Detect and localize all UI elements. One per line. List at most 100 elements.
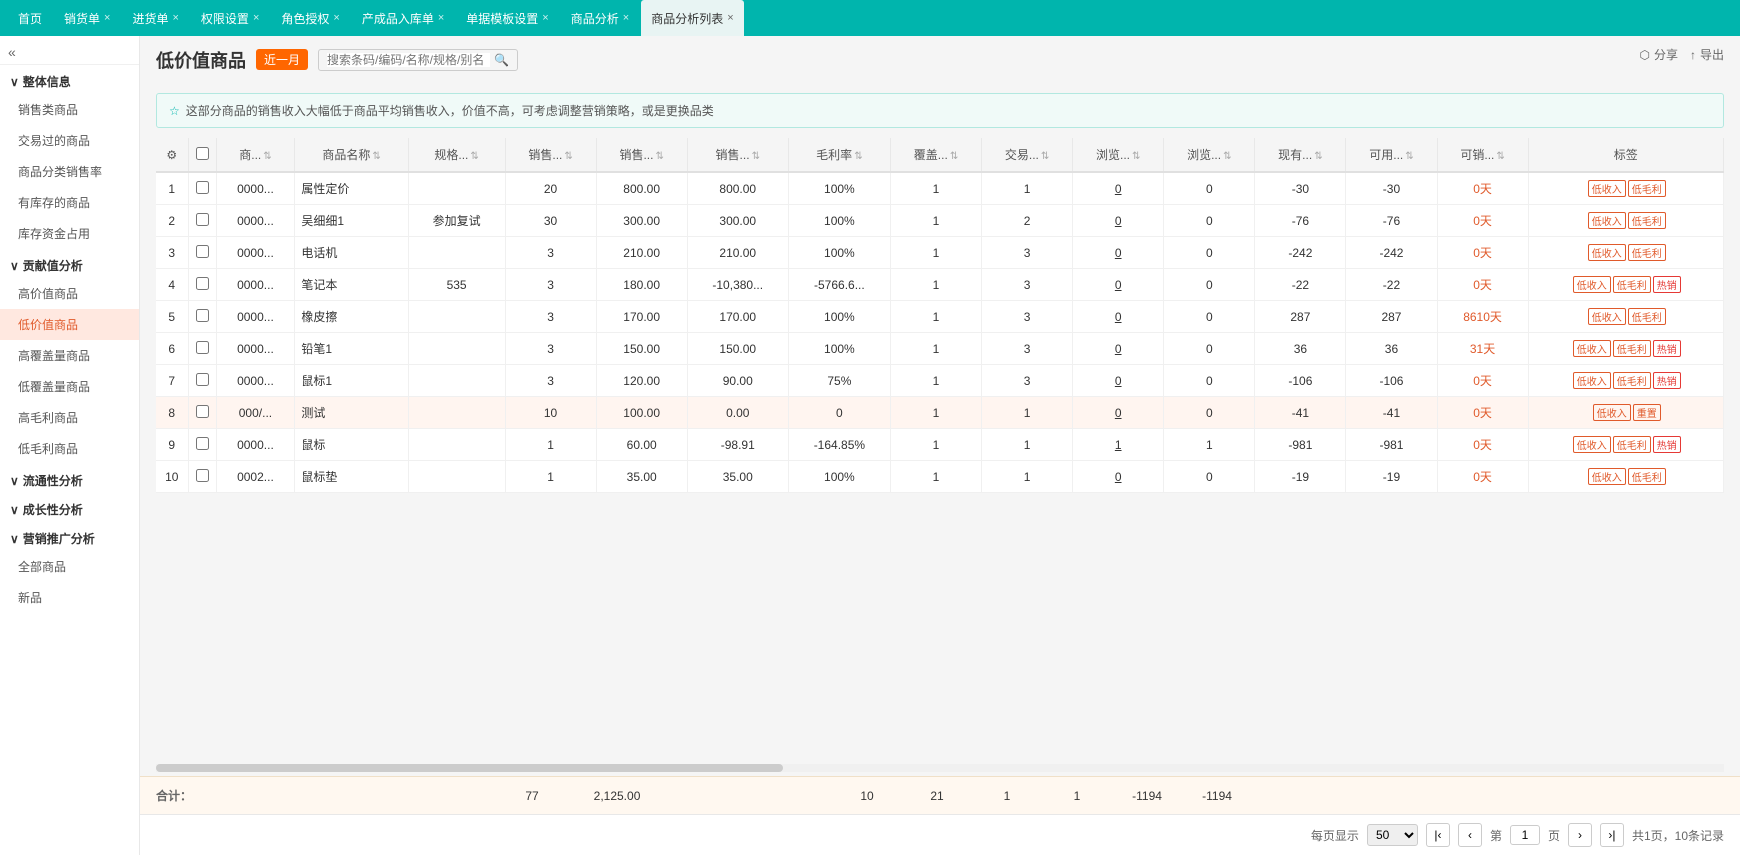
th-name[interactable]: 商品名称⇅ [295,138,408,172]
nav-bill-template-close[interactable]: × [542,12,548,24]
th-current[interactable]: 现有...⇅ [1255,138,1346,172]
browse-link[interactable]: 0 [1115,214,1122,228]
share-button[interactable]: ⬡ 分享 [1639,46,1678,63]
th-spec[interactable]: 规格...⇅ [408,138,505,172]
nav-home[interactable]: 首页 [8,0,52,36]
td-col11[interactable]: 0 [1073,397,1164,429]
browse-link[interactable]: 0 [1115,278,1122,292]
browse-link[interactable]: 0 [1115,182,1122,196]
sidebar-item-category-sales[interactable]: 商品分类销售率 [0,156,139,187]
td-col11[interactable]: 0 [1073,461,1164,493]
sidebar-item-traded-goods[interactable]: 交易过的商品 [0,125,139,156]
row-checkbox[interactable] [196,437,209,450]
nav-permission[interactable]: 权限设置 × [191,0,269,36]
td-col11[interactable]: 0 [1073,172,1164,205]
td-checkbox[interactable] [188,461,216,493]
td-checkbox[interactable] [188,205,216,237]
th-browse2[interactable]: 浏览...⇅ [1164,138,1255,172]
td-checkbox[interactable] [188,301,216,333]
td-col11[interactable]: 0 [1073,205,1164,237]
horizontal-scrollbar[interactable] [156,764,1724,772]
sidebar-item-inventory-goods[interactable]: 有库存的商品 [0,187,139,218]
row-checkbox[interactable] [196,309,209,322]
settings-icon[interactable]: ⚙ [166,148,177,162]
sidebar-item-high-margin[interactable]: 高毛利商品 [0,402,139,433]
sidebar-item-low-coverage[interactable]: 低覆盖量商品 [0,371,139,402]
td-col11[interactable]: 0 [1073,301,1164,333]
td-checkbox[interactable] [188,172,216,205]
next-page-button[interactable]: › [1568,823,1592,847]
browse-link[interactable]: 0 [1115,470,1122,484]
sidebar-item-low-value[interactable]: 低价值商品 [0,309,139,340]
th-sellable[interactable]: 可销...⇅ [1437,138,1528,172]
export-button[interactable]: ↑ 导出 [1690,46,1724,63]
th-tags[interactable]: 标签 [1528,138,1723,172]
row-checkbox[interactable] [196,181,209,194]
nav-sales-order-close[interactable]: × [104,12,110,24]
select-all-checkbox[interactable] [196,147,209,160]
nav-purchase-order-close[interactable]: × [172,12,178,24]
td-col11[interactable]: 0 [1073,237,1164,269]
td-checkbox[interactable] [188,333,216,365]
td-col11[interactable]: 0 [1073,365,1164,397]
first-page-button[interactable]: |‹ [1426,823,1450,847]
nav-bill-template[interactable]: 单据模板设置 × [456,0,558,36]
row-checkbox[interactable] [196,213,209,226]
th-sales2[interactable]: 销售...⇅ [596,138,687,172]
td-checkbox[interactable] [188,397,216,429]
browse-link[interactable]: 0 [1115,374,1122,388]
th-coverage[interactable]: 覆盖...⇅ [890,138,981,172]
sidebar-item-sales-goods[interactable]: 销售类商品 [0,94,139,125]
browse-link[interactable]: 0 [1115,342,1122,356]
nav-sales-order[interactable]: 销货单 × [54,0,120,36]
td-checkbox[interactable] [188,429,216,461]
nav-goods-analysis[interactable]: 商品分析 × [561,0,639,36]
row-checkbox[interactable] [196,245,209,258]
browse-link[interactable]: 0 [1115,246,1122,260]
sidebar-item-new-goods[interactable]: 新品 [0,582,139,613]
nav-purchase-order[interactable]: 进货单 × [122,0,188,36]
current-page-input[interactable] [1510,825,1540,845]
th-margin-rate[interactable]: 毛利率⇅ [788,138,890,172]
td-checkbox[interactable] [188,269,216,301]
sidebar-collapse-button[interactable]: « [8,44,16,60]
sidebar-item-high-coverage[interactable]: 高覆盖量商品 [0,340,139,371]
th-sales1[interactable]: 销售...⇅ [505,138,596,172]
scrollbar-thumb[interactable] [156,764,783,772]
td-col11[interactable]: 0 [1073,333,1164,365]
nav-finished-goods-close[interactable]: × [438,12,444,24]
sidebar-item-low-margin[interactable]: 低毛利商品 [0,433,139,464]
td-col11[interactable]: 1 [1073,429,1164,461]
nav-role-auth-close[interactable]: × [333,12,339,24]
browse-link[interactable]: 0 [1115,310,1122,324]
nav-finished-goods[interactable]: 产成品入库单 × [352,0,454,36]
sidebar-item-inventory-funds[interactable]: 库存资金占用 [0,218,139,249]
nav-permission-close[interactable]: × [253,12,259,24]
page-size-select[interactable]: 50 100 200 [1367,824,1418,846]
row-checkbox[interactable] [196,469,209,482]
th-checkbox[interactable] [188,138,216,172]
nav-role-auth[interactable]: 角色授权 × [271,0,349,36]
row-checkbox[interactable] [196,277,209,290]
row-checkbox[interactable] [196,373,209,386]
filter-recent-month-button[interactable]: 近一月 [256,49,308,70]
th-settings[interactable]: ⚙ [156,138,188,172]
td-checkbox[interactable] [188,365,216,397]
th-available[interactable]: 可用...⇅ [1346,138,1437,172]
last-page-button[interactable]: ›| [1600,823,1624,847]
search-input[interactable] [327,53,490,67]
th-code[interactable]: 商...⇅ [216,138,295,172]
search-icon[interactable]: 🔍 [494,53,509,67]
th-trade[interactable]: 交易...⇅ [982,138,1073,172]
sidebar-item-all-goods[interactable]: 全部商品 [0,551,139,582]
sidebar-item-high-value[interactable]: 高价值商品 [0,278,139,309]
browse-link[interactable]: 1 [1115,438,1122,452]
row-checkbox[interactable] [196,341,209,354]
th-sales3[interactable]: 销售...⇅ [687,138,788,172]
prev-page-button[interactable]: ‹ [1458,823,1482,847]
nav-goods-analysis-close[interactable]: × [623,12,629,24]
browse-link[interactable]: 0 [1115,406,1122,420]
nav-goods-analysis-list-close[interactable]: × [727,12,733,24]
row-checkbox[interactable] [196,405,209,418]
td-checkbox[interactable] [188,237,216,269]
